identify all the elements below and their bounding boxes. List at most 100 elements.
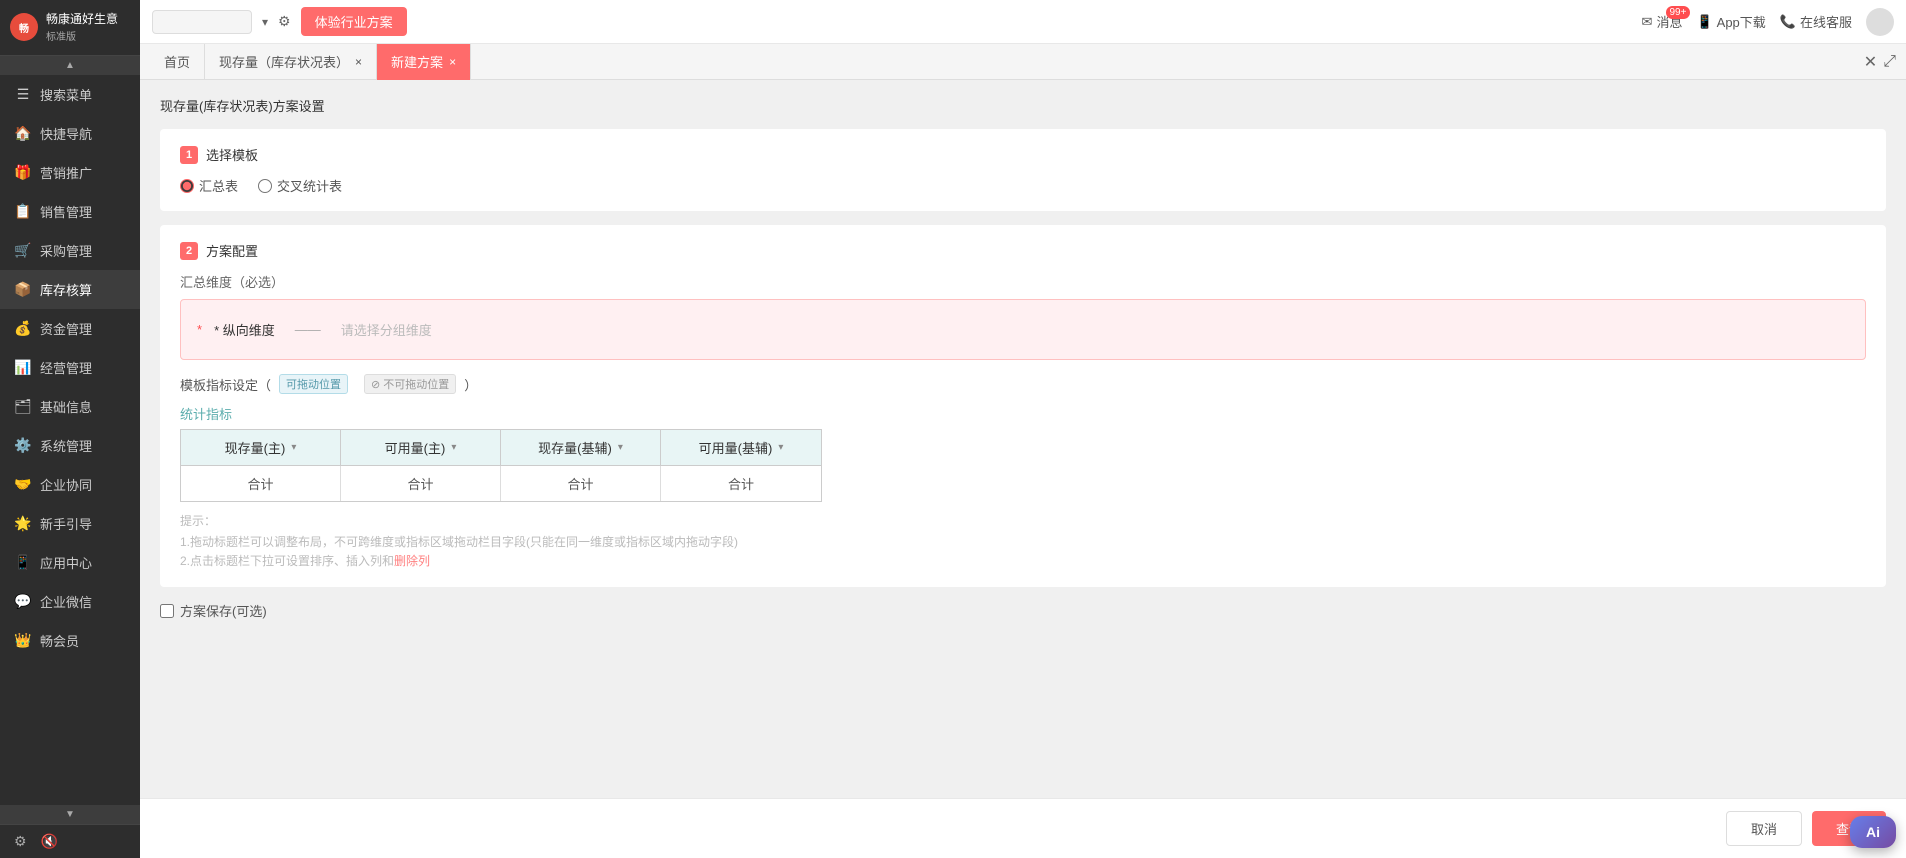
metrics-td-3: 合计 <box>501 466 661 501</box>
main-area: ▾ ⚙ 体验行业方案 ✉ 消息 99+ 📱 App下载 📞 在线客服 首页 <box>140 0 1906 858</box>
required-star: * <box>197 322 202 337</box>
metrics-label-suffix: ） <box>464 375 477 394</box>
step1-number: 1 <box>180 146 198 164</box>
required-dimension-field[interactable]: * * 纵向维度 —— 请选择分组维度 <box>180 299 1866 360</box>
home-icon: 🏠 <box>14 124 32 142</box>
metrics-th-1-label: 现存量(主) <box>225 438 286 457</box>
radio-cross-input[interactable] <box>258 179 272 193</box>
topbar-dropdown-button[interactable]: ▾ <box>262 15 268 29</box>
metrics-label-text: 模板指标设定（ <box>180 375 271 394</box>
metrics-th-4[interactable]: 可用量(基辅) ▾ <box>661 430 821 466</box>
tab-home-label: 首页 <box>164 52 190 71</box>
tips-highlight: 删除列 <box>394 554 430 568</box>
sidebar-item-label: 搜索菜单 <box>40 85 92 104</box>
topbar-search-input[interactable] <box>152 10 252 34</box>
sidebar-item-quick-nav[interactable]: 🏠 快捷导航 <box>0 114 140 153</box>
sidebar-item-appstore[interactable]: 📱 应用中心 <box>0 543 140 582</box>
page-title: 现存量(库存状况表)方案设置 <box>160 96 1886 115</box>
sidebar-scroll-up[interactable]: ▲ <box>0 56 140 75</box>
tab-inventory-status[interactable]: 现存量（库存状况表） × <box>205 44 377 80</box>
sidebar-item-finance[interactable]: 💰 资金管理 <box>0 309 140 348</box>
sidebar: 畅 畅康通好生意 标准版 ▲ ☰ 搜索菜单 🏠 快捷导航 🎁 营销推广 📋 销售… <box>0 0 140 858</box>
customer-service-icon: 📞 <box>1780 14 1796 30</box>
chevron-down-icon-2: ▾ <box>451 442 456 453</box>
sidebar-item-newcomer[interactable]: 🌟 新手引导 <box>0 504 140 543</box>
mute-button[interactable]: 🔇 <box>41 833 58 850</box>
message-badge: 99+ <box>1666 6 1691 19</box>
message-icon: ✉ <box>1642 14 1653 30</box>
gift-icon: 🎁 <box>14 163 32 181</box>
app-download-button[interactable]: 📱 App下载 <box>1696 12 1765 31</box>
step1-card: 1 选择模板 汇总表 交叉统计表 <box>160 129 1886 211</box>
logo-sub: 标准版 <box>46 28 118 43</box>
sidebar-item-label: 新手引导 <box>40 514 92 533</box>
tab-new-plan-label: 新建方案 <box>391 52 443 71</box>
non-draggable-badge: ⊘ 不可拖动位置 <box>364 374 456 394</box>
tab-expand-button[interactable]: ⤢ <box>1883 52 1896 72</box>
step2-card: 2 方案配置 汇总维度（必选） * * 纵向维度 —— 请选择分组维度 模板指标… <box>160 225 1886 587</box>
sidebar-item-label: 企业协同 <box>40 475 92 494</box>
tips-item-1: 1.拖动标题栏可以调整布局，不可跨维度或指标区域拖动栏目字段(只能在同一维度或指… <box>180 533 1866 550</box>
customer-service-label: 在线客服 <box>1800 12 1852 31</box>
radio-summary-label: 汇总表 <box>199 176 238 195</box>
chevron-down-icon-1: ▾ <box>291 442 296 453</box>
wechat-icon: 💬 <box>14 592 32 610</box>
user-avatar[interactable] <box>1866 8 1894 36</box>
tab-home[interactable]: 首页 <box>150 44 205 80</box>
field-separator: —— <box>295 322 321 337</box>
sidebar-item-system[interactable]: ⚙️ 系统管理 <box>0 426 140 465</box>
tips-section: 提示： 1.拖动标题栏可以调整布局，不可跨维度或指标区域拖动栏目字段(只能在同一… <box>180 512 1866 569</box>
radio-summary-input[interactable] <box>180 179 194 193</box>
sidebar-item-label: 采购管理 <box>40 241 92 260</box>
search-nav-icon: ☰ <box>14 85 32 103</box>
sidebar-item-search[interactable]: ☰ 搜索菜单 <box>0 75 140 114</box>
ai-float-button[interactable]: Ai <box>1850 816 1896 848</box>
sidebar-item-marketing[interactable]: 🎁 营销推广 <box>0 153 140 192</box>
metrics-th-1[interactable]: 现存量(主) ▾ <box>181 430 341 466</box>
metrics-header-row: 现存量(主) ▾ 可用量(主) ▾ 现存量(基辅) ▾ 可用量(基辅) <box>181 430 821 466</box>
dimension-placeholder: 请选择分组维度 <box>341 320 432 339</box>
tab-inventory-close[interactable]: × <box>355 55 362 69</box>
message-button[interactable]: ✉ 消息 99+ <box>1642 12 1683 31</box>
sidebar-item-operation[interactable]: 📊 经营管理 <box>0 348 140 387</box>
tab-close-button[interactable]: ✕ <box>1864 52 1877 72</box>
trial-button[interactable]: 体验行业方案 <box>301 7 407 36</box>
summary-dimension-label: 汇总维度（必选） <box>180 272 1866 291</box>
sidebar-item-member[interactable]: 👑 畅会员 <box>0 621 140 660</box>
draggable-badge: 可拖动位置 <box>279 374 348 394</box>
metrics-th-2[interactable]: 可用量(主) ▾ <box>341 430 501 466</box>
vertical-dimension-label: * 纵向维度 <box>214 320 275 339</box>
sidebar-item-cooperation[interactable]: 🤝 企业协同 <box>0 465 140 504</box>
newcomer-icon: 🌟 <box>14 514 32 532</box>
sidebar-item-inventory[interactable]: 📦 库存核算 <box>0 270 140 309</box>
tabbar-controls: ✕ ⤢ <box>1864 52 1896 72</box>
radio-summary[interactable]: 汇总表 <box>180 176 238 195</box>
save-section: 方案保存(可选) <box>160 601 1886 620</box>
cancel-button[interactable]: 取消 <box>1726 811 1802 846</box>
sidebar-item-sales[interactable]: 📋 销售管理 <box>0 192 140 231</box>
logo-icon: 畅 <box>10 13 38 41</box>
tab-new-plan[interactable]: 新建方案 × <box>377 44 471 80</box>
sidebar-item-wechat[interactable]: 💬 企业微信 <box>0 582 140 621</box>
topbar-gear-button[interactable]: ⚙ <box>278 13 291 30</box>
sidebar-item-label: 销售管理 <box>40 202 92 221</box>
sidebar-scroll-down[interactable]: ▼ <box>0 805 140 824</box>
save-checkbox[interactable] <box>160 604 174 618</box>
radio-cross[interactable]: 交叉统计表 <box>258 176 342 195</box>
sidebar-item-basic[interactable]: 🗂 基础信息 <box>0 387 140 426</box>
sidebar-footer: ⚙ 🔇 <box>0 824 140 858</box>
operation-icon: 📊 <box>14 358 32 376</box>
basic-icon: 🗂 <box>14 397 32 415</box>
step1-header: 1 选择模板 <box>180 145 1866 164</box>
metrics-th-3[interactable]: 现存量(基辅) ▾ <box>501 430 661 466</box>
topbar-right: ✉ 消息 99+ 📱 App下载 📞 在线客服 <box>1642 8 1894 36</box>
metrics-th-2-label: 可用量(主) <box>385 438 446 457</box>
metrics-config-label: 模板指标设定（ 可拖动位置 ⊘ 不可拖动位置 ） <box>180 374 1866 394</box>
tab-new-plan-close[interactable]: × <box>449 55 456 69</box>
settings-button[interactable]: ⚙ <box>14 833 27 850</box>
chevron-down-icon-3: ▾ <box>618 442 623 453</box>
customer-service-button[interactable]: 📞 在线客服 <box>1780 12 1852 31</box>
sidebar-item-purchase[interactable]: 🛒 采购管理 <box>0 231 140 270</box>
content-area: 现存量(库存状况表)方案设置 1 选择模板 汇总表 交叉统计表 2 <box>140 80 1906 798</box>
appstore-icon: 📱 <box>14 553 32 571</box>
